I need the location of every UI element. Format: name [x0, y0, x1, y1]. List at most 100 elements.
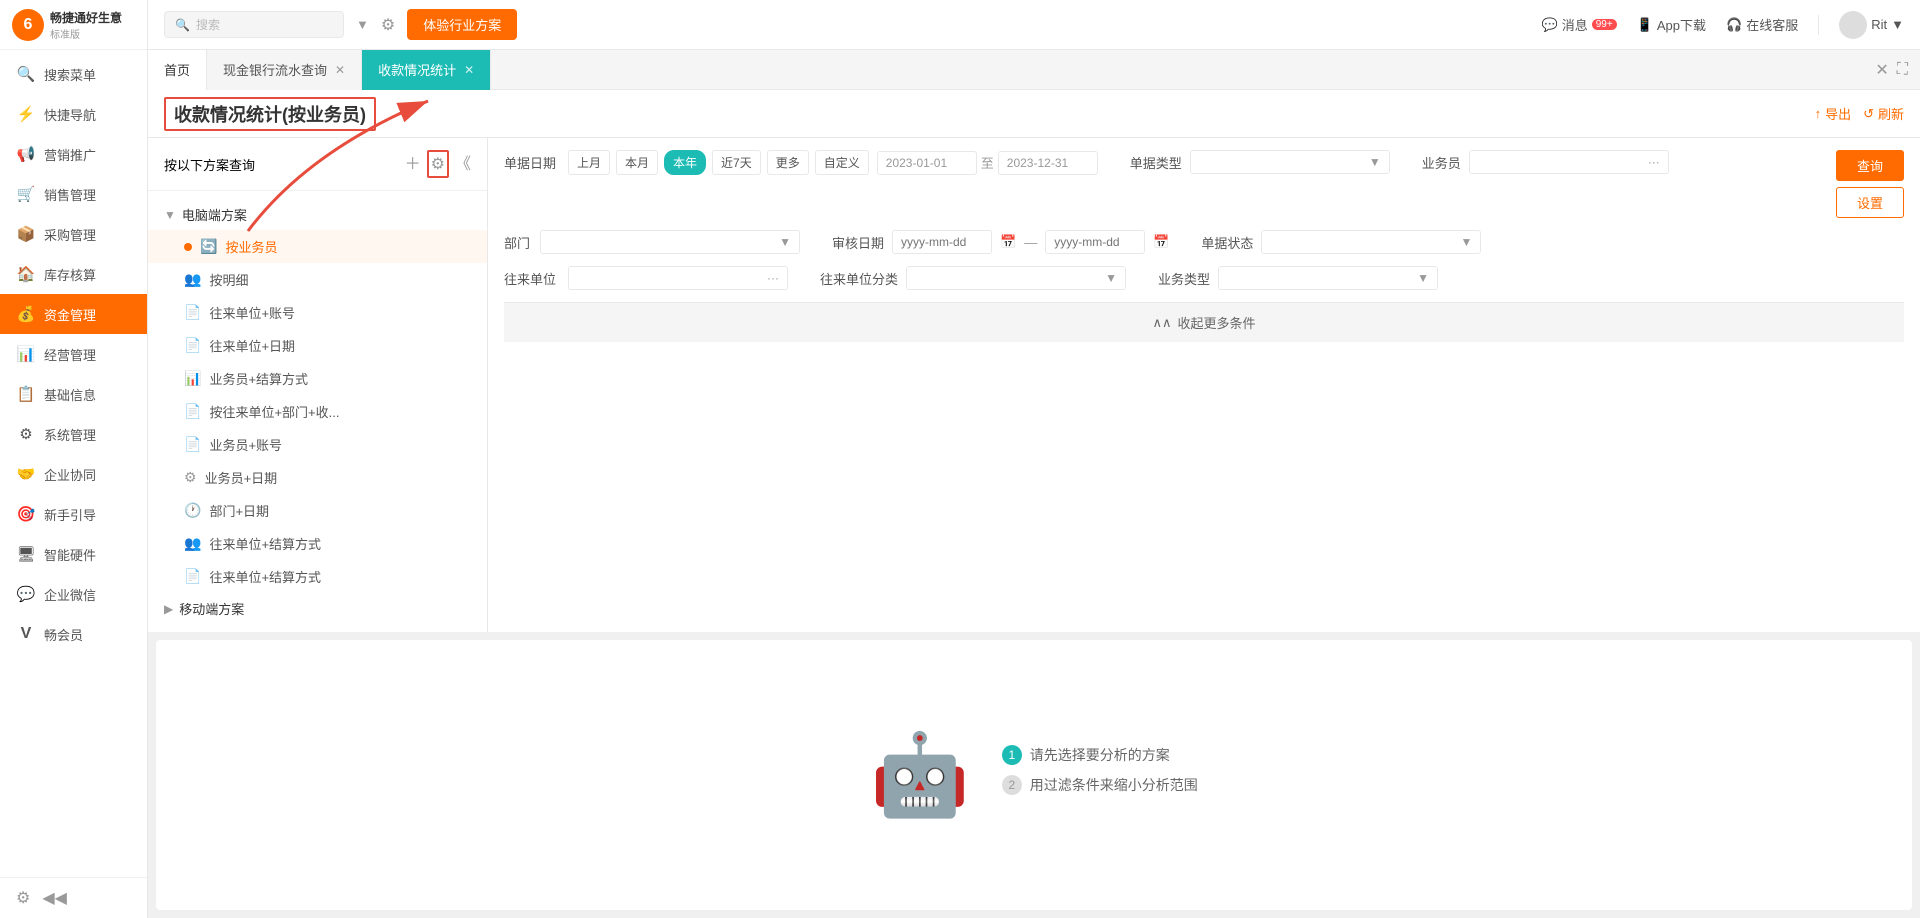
scheme-item-salesman-date[interactable]: ⚙ 业务员+日期 [148, 461, 487, 494]
header-gear-icon[interactable]: ⚙ [381, 15, 395, 35]
tree-item-icon-partner-date: 📄 [184, 337, 201, 354]
close-window-icon[interactable]: ✕ [1875, 60, 1888, 80]
scheme-item-partner-calc1[interactable]: 👥 往来单位+结算方式 [148, 527, 487, 560]
sidebar-item-marketing[interactable]: 📢 营销推广 [0, 134, 147, 174]
tree-item-icon-partner-dept: 📄 [184, 403, 201, 420]
scheme-group-desktop-header[interactable]: ▼ 电脑端方案 [148, 199, 487, 230]
query-button[interactable]: 查询 [1836, 150, 1904, 181]
dept-select-arrow-icon: ▼ [779, 235, 791, 249]
scheme-item-partner-calc2[interactable]: 📄 往来单位+结算方式 [148, 560, 487, 593]
bill-status-select[interactable]: ▼ [1261, 230, 1481, 254]
maximize-window-icon[interactable]: ⛶ [1897, 61, 1908, 79]
sidebar-item-quick-nav[interactable]: ⚡ 快捷导航 [0, 94, 147, 134]
refresh-button[interactable]: ↺ 刷新 [1863, 104, 1904, 123]
audit-calendar-icon-2[interactable]: 📅 [1153, 234, 1169, 250]
partner-category-label: 往来单位分类 [820, 269, 898, 288]
scheme-panel: 按以下方案查询 ＋ ⚙ 《 [148, 138, 488, 632]
capital-icon: 💰 [16, 304, 36, 324]
refresh-icon: ↺ [1863, 106, 1874, 122]
bottom-settings-icon[interactable]: ⚙ [16, 888, 30, 908]
bill-status-label: 单据状态 [1201, 233, 1253, 252]
tab-home[interactable]: 首页 [148, 50, 207, 90]
scheme-group-desktop: ▼ 电脑端方案 🔄 按业务员 👥 按明细 [148, 199, 487, 593]
sidebar-item-vip[interactable]: V 畅会员 [0, 614, 147, 654]
date-btn-custom[interactable]: 自定义 [815, 150, 869, 175]
sidebar-item-enterprise[interactable]: 🤝 企业协同 [0, 454, 147, 494]
scheme-collapse-icon[interactable]: 《 [455, 150, 471, 178]
partner-category-select[interactable]: ▼ [906, 266, 1126, 290]
scheme-item-salesman-account[interactable]: 📄 业务员+账号 [148, 428, 487, 461]
empty-steps: 1 请先选择要分析的方案 2 用过滤条件来缩小分析范围 [1002, 745, 1198, 805]
tab-bank-flow-close-icon[interactable]: ✕ [335, 63, 345, 77]
audit-from-input[interactable] [892, 230, 992, 254]
export-button[interactable]: ↑ 导出 [1815, 104, 1852, 123]
settings-button[interactable]: 设置 [1836, 187, 1904, 218]
filter-content: 按以下方案查询 ＋ ⚙ 《 [148, 138, 1920, 632]
partner-select[interactable]: ··· [568, 266, 788, 290]
hardware-icon: 🖥 [16, 544, 36, 564]
scheme-item-by-salesman[interactable]: 🔄 按业务员 [148, 230, 487, 263]
scheme-item-by-detail[interactable]: 👥 按明细 [148, 263, 487, 296]
header-dropdown-icon[interactable]: ▼ [356, 17, 369, 32]
scheme-add-icon[interactable]: ＋ [405, 150, 421, 178]
date-btn-this-year[interactable]: 本年 [664, 150, 706, 175]
tree-expand-icon: ▼ [164, 208, 176, 222]
salesman-select[interactable]: ··· [1469, 150, 1669, 174]
tab-collection-stats-close-icon[interactable]: ✕ [464, 63, 474, 77]
purchase-icon: 📦 [16, 224, 36, 244]
online-service-button[interactable]: 🎧 在线客服 [1726, 15, 1798, 34]
scheme-item-salesman-calc[interactable]: 📊 业务员+结算方式 [148, 362, 487, 395]
tree-mobile-expand-icon: ▶ [164, 602, 173, 616]
action-buttons: 查询 设置 [1836, 150, 1904, 218]
dept-select[interactable]: ▼ [540, 230, 800, 254]
tab-bank-flow[interactable]: 现金银行流水查询 ✕ [207, 50, 362, 90]
bottom-collapse-icon[interactable]: ◀◀ [42, 888, 67, 908]
scheme-item-partner-dept[interactable]: 📄 按往来单位+部门+收... [148, 395, 487, 428]
header-search[interactable]: 🔍 搜索 [164, 11, 344, 38]
sidebar-item-hardware[interactable]: 🖥 智能硬件 [0, 534, 147, 574]
sidebar-item-sales[interactable]: 🛒 销售管理 [0, 174, 147, 214]
scheme-group-mobile-header[interactable]: ▶ 移动端方案 [148, 593, 487, 624]
collapse-more-bar[interactable]: ∧∧ 收起更多条件 [504, 302, 1904, 342]
tree-item-icon-salesman: 🔄 [200, 238, 217, 255]
business-type-select[interactable]: ▼ [1218, 266, 1438, 290]
page-header-right: ↑ 导出 ↺ 刷新 [1815, 104, 1904, 123]
collapse-icon: ∧∧ [1152, 315, 1171, 331]
trial-button[interactable]: 体验行业方案 [407, 9, 517, 40]
date-from-input[interactable] [877, 151, 977, 175]
app-download-button[interactable]: 📱 App下载 [1637, 15, 1706, 34]
date-btn-this-month[interactable]: 本月 [616, 150, 658, 175]
sidebar-item-guide[interactable]: 🎯 新手引导 [0, 494, 147, 534]
scheme-settings-icon[interactable]: ⚙ [427, 150, 449, 178]
scheme-item-partner-date[interactable]: 📄 往来单位+日期 [148, 329, 487, 362]
tab-collection-stats[interactable]: 收款情况统计 ✕ [362, 50, 491, 90]
type-select[interactable]: ▼ [1190, 150, 1390, 174]
message-button[interactable]: 💬 消息 99+ [1542, 15, 1617, 34]
scheme-header: 按以下方案查询 ＋ ⚙ 《 [148, 138, 487, 191]
audit-to-input[interactable] [1045, 230, 1145, 254]
sidebar-item-system[interactable]: ⚙ 系统管理 [0, 414, 147, 454]
user-menu[interactable]: Rit ▼ [1839, 11, 1904, 39]
date-btn-last-month[interactable]: 上月 [568, 150, 610, 175]
date-btn-last-7[interactable]: 近7天 [712, 150, 761, 175]
audit-calendar-icon[interactable]: 📅 [1000, 234, 1016, 250]
sidebar-item-search[interactable]: 🔍 搜索菜单 [0, 54, 147, 94]
dept-label: 部门 [504, 233, 532, 252]
scheme-item-dept-date[interactable]: 🕐 部门+日期 [148, 494, 487, 527]
scheme-item-partner-account[interactable]: 📄 往来单位+账号 [148, 296, 487, 329]
header-divider [1818, 15, 1819, 35]
sidebar-item-wechat[interactable]: 💬 企业微信 [0, 574, 147, 614]
filter-row-2: 部门 ▼ 审核日期 📅 — 📅 [504, 230, 1904, 254]
sidebar-item-base[interactable]: 📋 基础信息 [0, 374, 147, 414]
empty-robot-icon: 🤖 [870, 728, 970, 822]
marketing-icon: 📢 [16, 144, 36, 164]
sidebar-item-purchase[interactable]: 📦 采购管理 [0, 214, 147, 254]
sidebar-item-capital[interactable]: 💰 资金管理 [0, 294, 147, 334]
business-type-group: 业务类型 ▼ [1158, 266, 1438, 290]
sidebar-item-operation[interactable]: 📊 经营管理 [0, 334, 147, 374]
date-to-input[interactable] [998, 151, 1098, 175]
system-icon: ⚙ [16, 424, 36, 444]
dept-filter-group: 部门 ▼ [504, 230, 800, 254]
sidebar-item-inventory[interactable]: 🏠 库存核算 [0, 254, 147, 294]
date-btn-more[interactable]: 更多 [767, 150, 809, 175]
